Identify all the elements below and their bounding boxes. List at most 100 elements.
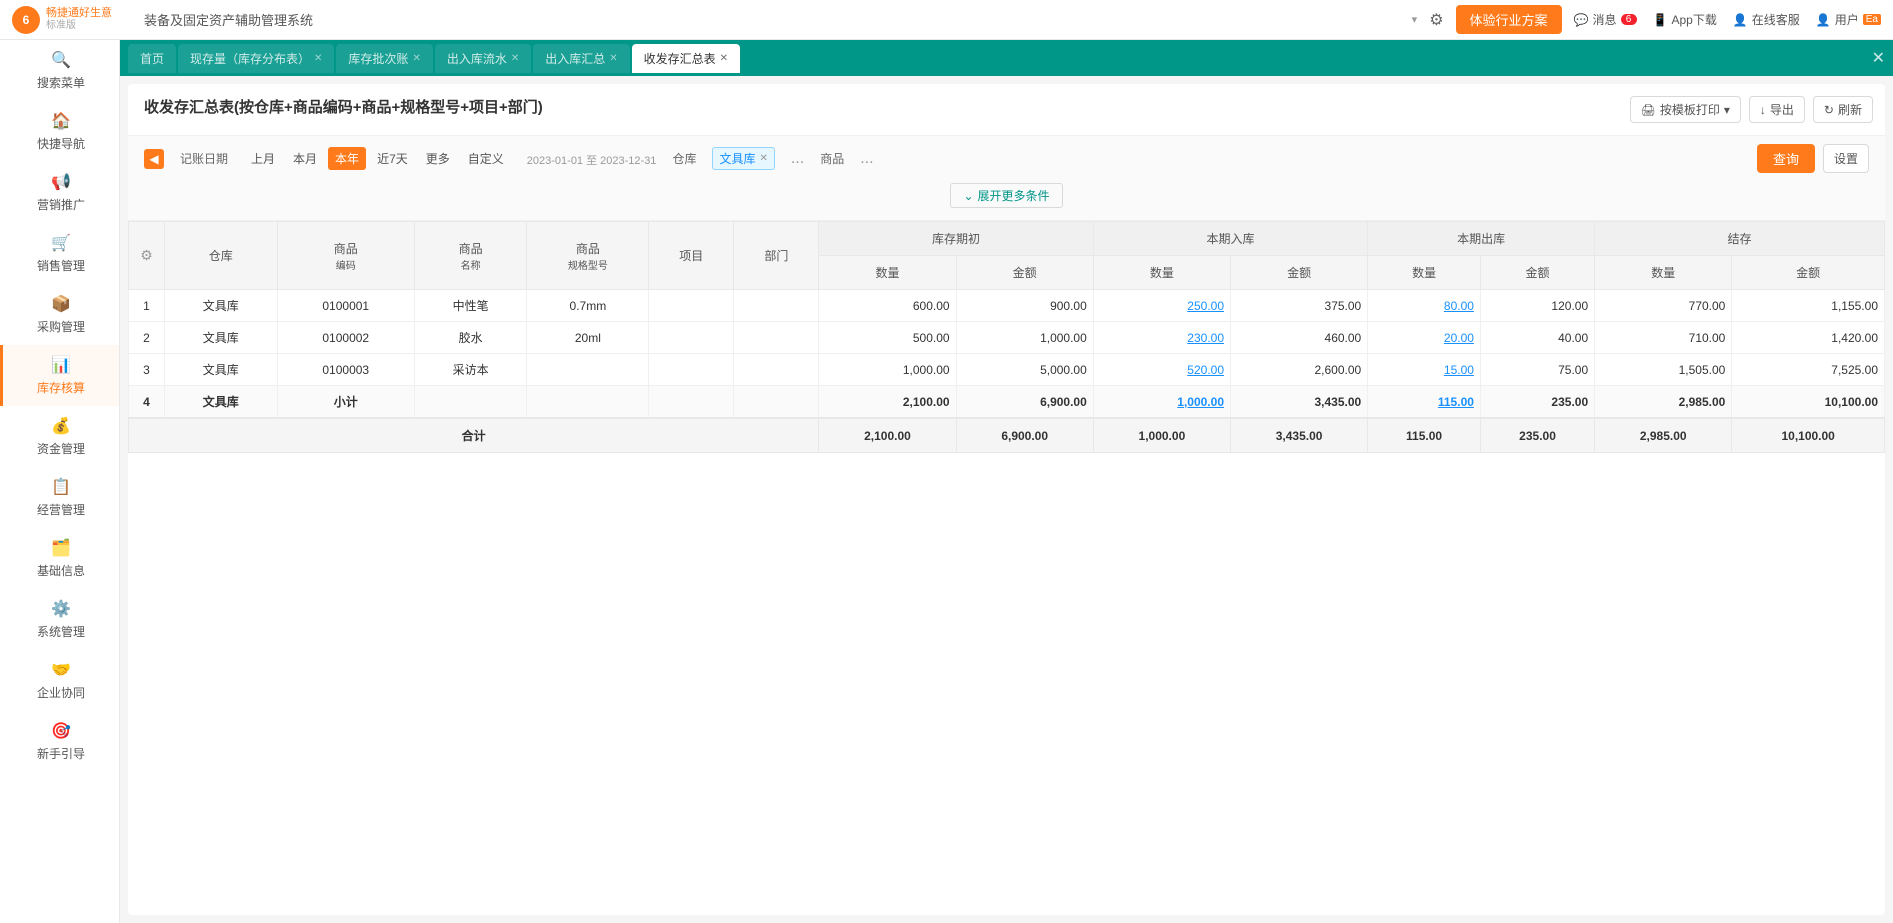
sidebar-item-enterprise[interactable]: 🤝 企业协同 [0, 650, 119, 711]
row-out-qty-link[interactable]: 15.00 [1444, 363, 1474, 377]
row-out-qty-link[interactable]: 115.00 [1438, 395, 1474, 409]
user-btn[interactable]: 👤 用户 Ea [1816, 11, 1881, 28]
tab-close-receipt-summary[interactable]: ✕ [720, 53, 728, 64]
row-closing-amt: 1,155.00 [1732, 290, 1885, 322]
page-header-actions: 🖨 按模板打印 ▾ ↓ 导出 ↻ 刷新 [1630, 96, 1873, 123]
row-opening-amt: 900.00 [956, 290, 1093, 322]
row-in-qty[interactable]: 250.00 [1093, 290, 1230, 322]
close-all-tabs-btn[interactable]: ✕ [1872, 48, 1885, 68]
product-filter-dots[interactable]: ... [860, 150, 873, 168]
row-closing-amt: 1,420.00 [1732, 322, 1885, 354]
footer-opening-qty: 2,100.00 [819, 418, 956, 453]
row-in-qty-link[interactable]: 1,000.00 [1177, 395, 1224, 409]
print-dropdown-icon[interactable]: ▾ [1724, 103, 1730, 117]
row-out-qty-link[interactable]: 20.00 [1444, 331, 1474, 345]
warehouse-tag-close[interactable]: ✕ [759, 153, 767, 164]
date-btn-last-month[interactable]: 上月 [244, 147, 282, 170]
date-buttons: 上月 本月 本年 近7天 更多 自定义 [244, 147, 511, 170]
tab-home[interactable]: 首页 [128, 44, 176, 73]
date-btn-custom[interactable]: 自定义 [461, 147, 511, 170]
sidebar-item-quick-nav[interactable]: 🏠 快捷导航 [0, 101, 119, 162]
tab-summary[interactable]: 出入库汇总 ✕ [533, 44, 629, 73]
date-btn-this-year[interactable]: 本年 [328, 147, 366, 170]
tab-flow[interactable]: 出入库流水 ✕ [435, 44, 531, 73]
sidebar-item-guide[interactable]: 🎯 新手引导 [0, 711, 119, 772]
print-btn[interactable]: 🖨 按模板打印 ▾ [1630, 96, 1741, 123]
tab-close-summary[interactable]: ✕ [609, 53, 617, 64]
col-product-spec-header: 商品规格型号 [527, 222, 649, 290]
system-dropdown-icon[interactable]: ▾ [1412, 13, 1418, 26]
sidebar-item-search[interactable]: 🔍 搜索菜单 [0, 40, 119, 101]
row-warehouse: 文具库 [165, 322, 278, 354]
app-download-btn[interactable]: 📱 App下载 [1653, 11, 1717, 28]
col-out-qty-header: 数量 [1368, 256, 1481, 290]
row-out-qty-link[interactable]: 80.00 [1444, 299, 1474, 313]
table-settings-icon[interactable]: ⚙ [140, 247, 153, 263]
row-closing-amt: 7,525.00 [1732, 354, 1885, 386]
tab-close-batch-ledger[interactable]: ✕ [412, 53, 420, 64]
row-out-qty[interactable]: 115.00 [1368, 386, 1481, 419]
row-out-amt: 120.00 [1480, 290, 1594, 322]
row-out-qty[interactable]: 80.00 [1368, 290, 1481, 322]
row-out-qty[interactable]: 20.00 [1368, 322, 1481, 354]
row-product-spec [527, 386, 649, 419]
row-in-qty[interactable]: 1,000.00 [1093, 386, 1230, 419]
date-btn-7-days[interactable]: 近7天 [370, 147, 415, 170]
system-settings-icon[interactable]: ⚙ [1429, 10, 1443, 30]
query-btn[interactable]: 查询 [1757, 144, 1815, 173]
table-container: ⚙ 仓库 商品编码 商品名称 商品规格型号 项目 部门 库存期初 本期入库 本 [128, 221, 1885, 915]
try-btn[interactable]: 体验行业方案 [1456, 5, 1562, 34]
tab-receipt-summary[interactable]: 收发存汇总表 ✕ [632, 44, 740, 73]
sidebar-item-operation[interactable]: 📋 经营管理 [0, 467, 119, 528]
row-in-amt: 375.00 [1231, 290, 1368, 322]
row-in-qty-link[interactable]: 230.00 [1187, 331, 1224, 345]
date-btn-more[interactable]: 更多 [419, 147, 457, 170]
tab-batch-ledger[interactable]: 库存批次账 ✕ [336, 44, 432, 73]
filter-settings-btn[interactable]: 设置 [1823, 144, 1869, 173]
sidebar-item-sales[interactable]: 🛒 销售管理 [0, 223, 119, 284]
sidebar-item-finance[interactable]: 💰 资金管理 [0, 406, 119, 467]
table-body: 1文具库0100001中性笔0.7mm600.00900.00250.00375… [129, 290, 1885, 419]
row-opening-amt: 6,900.00 [956, 386, 1093, 419]
col-department-header: 部门 [734, 222, 819, 290]
row-product-code: 0100003 [277, 354, 414, 386]
tab-close-inventory-dist[interactable]: ✕ [314, 53, 322, 64]
sales-icon: 🛒 [51, 233, 71, 253]
sidebar-item-system[interactable]: ⚙️ 系统管理 [0, 589, 119, 650]
tab-inventory-dist[interactable]: 现存量（库存分布表） ✕ [178, 44, 334, 73]
content-area: 首页 现存量（库存分布表） ✕ 库存批次账 ✕ 出入库流水 ✕ 出入库汇总 ✕ … [120, 40, 1893, 923]
sidebar-item-marketing[interactable]: 📢 营销推广 [0, 162, 119, 223]
row-in-qty[interactable]: 230.00 [1093, 322, 1230, 354]
row-out-qty[interactable]: 15.00 [1368, 354, 1481, 386]
col-in-qty-header: 数量 [1093, 256, 1230, 290]
expand-filter-btn[interactable]: ⌄ 展开更多条件 [950, 183, 1062, 208]
online-service-btn[interactable]: 👤 在线客服 [1733, 11, 1800, 28]
filter-collapse-btn[interactable]: ◀ [144, 149, 164, 169]
col-closing-header: 结存 [1595, 222, 1885, 256]
row-product-spec: 0.7mm [527, 290, 649, 322]
operation-icon: 📋 [51, 477, 71, 497]
warehouse-filter-dots[interactable]: ... [791, 150, 804, 168]
sidebar-item-inventory[interactable]: 📊 库存核算 [0, 345, 119, 406]
sidebar-item-basic-info[interactable]: 🗂️ 基础信息 [0, 528, 119, 589]
date-label: 记账日期 [180, 150, 228, 167]
row-product-spec: 20ml [527, 322, 649, 354]
download-icon: 📱 [1653, 13, 1668, 27]
date-btn-this-month[interactable]: 本月 [286, 147, 324, 170]
row-out-amt: 75.00 [1480, 354, 1594, 386]
row-project [649, 322, 734, 354]
message-btn[interactable]: 💬 消息 6 [1574, 11, 1637, 28]
table-row: 4文具库小计2,100.006,900.001,000.003,435.0011… [129, 386, 1885, 419]
expand-icon: ⌄ [963, 189, 973, 203]
row-department [734, 290, 819, 322]
row-in-qty-link[interactable]: 520.00 [1187, 363, 1224, 377]
sidebar-item-purchase[interactable]: 📦 采购管理 [0, 284, 119, 345]
row-in-qty[interactable]: 520.00 [1093, 354, 1230, 386]
refresh-btn[interactable]: ↻ 刷新 [1813, 96, 1873, 123]
export-btn[interactable]: ↓ 导出 [1749, 96, 1805, 123]
tab-close-flow[interactable]: ✕ [511, 53, 519, 64]
row-warehouse: 文具库 [165, 386, 278, 419]
row-in-qty-link[interactable]: 250.00 [1187, 299, 1224, 313]
col-settings-header[interactable]: ⚙ [129, 222, 165, 290]
row-department [734, 322, 819, 354]
